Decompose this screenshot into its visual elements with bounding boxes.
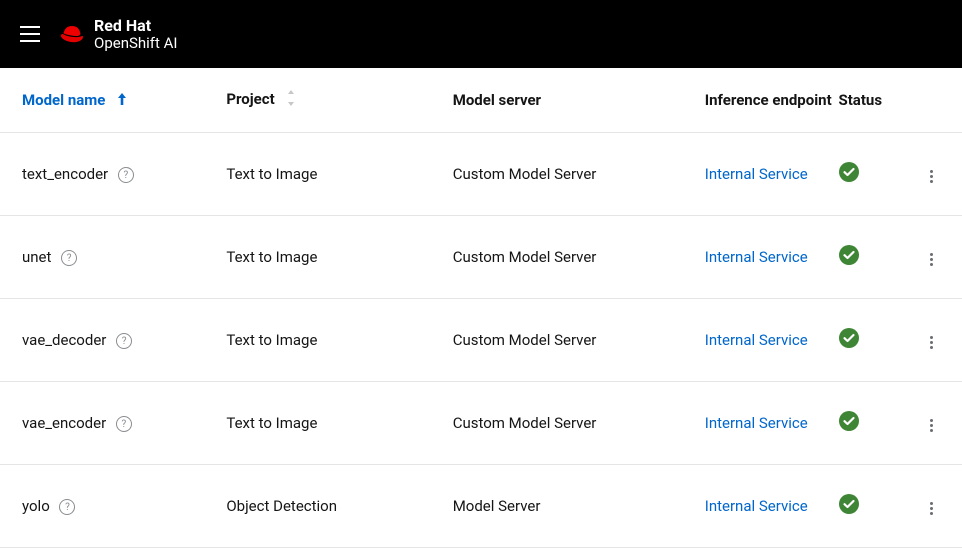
row-actions-button[interactable] bbox=[924, 164, 939, 189]
cell-project: Object Detection bbox=[226, 465, 452, 548]
cell-model-name: text_encoder ? bbox=[0, 133, 226, 216]
cell-endpoint: Internal Service bbox=[705, 216, 839, 299]
models-table-container: Model name Project Model server bbox=[0, 68, 962, 548]
col-header-endpoint-label: Inference endpoint bbox=[705, 91, 832, 109]
cell-model-name: vae_decoder ? bbox=[0, 299, 226, 382]
model-name-text: unet bbox=[22, 248, 51, 266]
cell-status bbox=[839, 216, 921, 299]
cell-project: Text to Image bbox=[226, 133, 452, 216]
row-actions-button[interactable] bbox=[924, 413, 939, 438]
cell-status bbox=[839, 299, 921, 382]
model-name-text: vae_decoder bbox=[22, 331, 106, 349]
table-row: unet ? Text to Image Custom Model Server… bbox=[0, 216, 962, 299]
cell-project: Text to Image bbox=[226, 382, 452, 465]
status-success-icon bbox=[839, 245, 859, 265]
col-header-model-server: Model server bbox=[453, 68, 705, 133]
cell-model-server: Custom Model Server bbox=[453, 133, 705, 216]
endpoint-link[interactable]: Internal Service bbox=[705, 414, 808, 432]
cell-model-server: Custom Model Server bbox=[453, 216, 705, 299]
brand: Red Hat OpenShift AI bbox=[58, 17, 178, 51]
sort-asc-icon bbox=[117, 92, 127, 110]
table-row: vae_encoder ? Text to Image Custom Model… bbox=[0, 382, 962, 465]
help-icon[interactable]: ? bbox=[61, 250, 77, 266]
col-header-endpoint: Inference endpoint bbox=[705, 68, 839, 133]
cell-model-server: Custom Model Server bbox=[453, 382, 705, 465]
model-name-text: yolo bbox=[22, 497, 50, 515]
sort-both-icon bbox=[286, 90, 296, 110]
redhat-logo-icon bbox=[58, 23, 86, 45]
col-header-model-name-label: Model name bbox=[22, 91, 105, 109]
status-success-icon bbox=[839, 328, 859, 348]
cell-actions bbox=[921, 299, 962, 382]
cell-project: Text to Image bbox=[226, 216, 452, 299]
cell-actions bbox=[921, 382, 962, 465]
endpoint-link[interactable]: Internal Service bbox=[705, 497, 808, 515]
cell-status bbox=[839, 465, 921, 548]
status-success-icon bbox=[839, 494, 859, 514]
top-bar: Red Hat OpenShift AI bbox=[0, 0, 962, 68]
col-header-actions bbox=[921, 68, 962, 133]
status-success-icon bbox=[839, 411, 859, 431]
table-header-row: Model name Project Model server bbox=[0, 68, 962, 133]
row-actions-button[interactable] bbox=[924, 330, 939, 355]
col-header-project[interactable]: Project bbox=[226, 68, 452, 133]
cell-project: Text to Image bbox=[226, 299, 452, 382]
col-header-status-label: Status bbox=[839, 91, 883, 109]
col-header-model-name[interactable]: Model name bbox=[0, 68, 226, 133]
cell-status bbox=[839, 133, 921, 216]
col-header-model-server-label: Model server bbox=[453, 91, 541, 109]
cell-model-name: yolo ? bbox=[0, 465, 226, 548]
menu-toggle-button[interactable] bbox=[20, 26, 40, 42]
cell-actions bbox=[921, 133, 962, 216]
col-header-status: Status bbox=[839, 68, 921, 133]
row-actions-button[interactable] bbox=[924, 247, 939, 272]
table-row: text_encoder ? Text to Image Custom Mode… bbox=[0, 133, 962, 216]
cell-model-name: vae_encoder ? bbox=[0, 382, 226, 465]
cell-model-server: Custom Model Server bbox=[453, 299, 705, 382]
help-icon[interactable]: ? bbox=[59, 499, 75, 515]
brand-bottom: OpenShift AI bbox=[94, 35, 178, 52]
cell-endpoint: Internal Service bbox=[705, 299, 839, 382]
cell-model-name: unet ? bbox=[0, 216, 226, 299]
help-icon[interactable]: ? bbox=[116, 333, 132, 349]
cell-actions bbox=[921, 465, 962, 548]
table-row: vae_decoder ? Text to Image Custom Model… bbox=[0, 299, 962, 382]
help-icon[interactable]: ? bbox=[116, 416, 132, 432]
cell-actions bbox=[921, 216, 962, 299]
cell-status bbox=[839, 382, 921, 465]
cell-endpoint: Internal Service bbox=[705, 382, 839, 465]
status-success-icon bbox=[839, 162, 859, 182]
model-name-text: text_encoder bbox=[22, 165, 108, 183]
col-header-project-label: Project bbox=[226, 90, 274, 108]
cell-endpoint: Internal Service bbox=[705, 465, 839, 548]
cell-model-server: Model Server bbox=[453, 465, 705, 548]
model-name-text: vae_encoder bbox=[22, 414, 106, 432]
endpoint-link[interactable]: Internal Service bbox=[705, 331, 808, 349]
table-row: yolo ? Object Detection Model Server Int… bbox=[0, 465, 962, 548]
models-table: Model name Project Model server bbox=[0, 68, 962, 548]
brand-top: Red Hat bbox=[94, 17, 178, 35]
row-actions-button[interactable] bbox=[924, 496, 939, 521]
help-icon[interactable]: ? bbox=[118, 167, 134, 183]
brand-text: Red Hat OpenShift AI bbox=[94, 17, 178, 51]
endpoint-link[interactable]: Internal Service bbox=[705, 165, 808, 183]
cell-endpoint: Internal Service bbox=[705, 133, 839, 216]
endpoint-link[interactable]: Internal Service bbox=[705, 248, 808, 266]
